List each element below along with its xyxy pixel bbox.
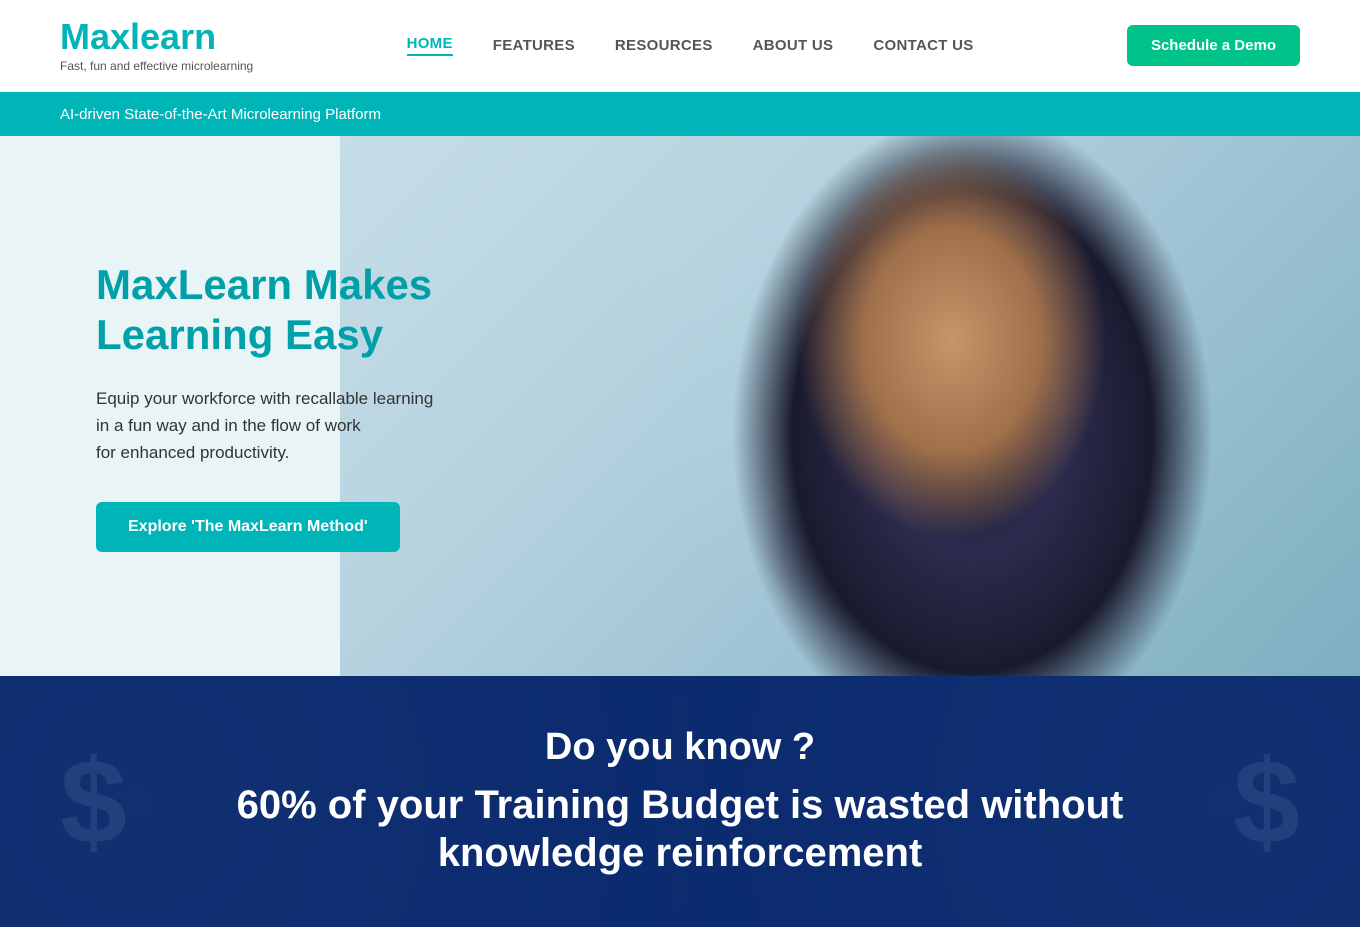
hero-title: MaxLearn Makes Learning Easy bbox=[96, 260, 580, 361]
stats-stat: 60% of your Training Budget is wasted wi… bbox=[60, 781, 1300, 877]
nav-features[interactable]: FEATURES bbox=[493, 37, 575, 54]
nav-resources[interactable]: RESOURCES bbox=[615, 37, 713, 54]
banner-bar: AI-driven State-of-the-Art Microlearning… bbox=[0, 92, 1360, 136]
logo[interactable]: Maxlearn Fast, fun and effective microle… bbox=[60, 19, 253, 73]
hero-description: Equip your workforce with recallable lea… bbox=[96, 385, 580, 467]
stats-section: Do you know ? 60% of your Training Budge… bbox=[0, 676, 1360, 927]
stats-question: Do you know ? bbox=[60, 726, 1300, 769]
logo-learn: learn bbox=[130, 16, 216, 57]
banner-text: AI-driven State-of-the-Art Microlearning… bbox=[60, 106, 381, 123]
hero-section: MaxLearn Makes Learning Easy Equip your … bbox=[0, 136, 1360, 676]
hero-desc-line3: for enhanced productivity. bbox=[96, 443, 289, 462]
logo-tagline: Fast, fun and effective microlearning bbox=[60, 59, 253, 73]
nav-home[interactable]: HOME bbox=[407, 35, 453, 56]
stats-line2: knowledge reinforcement bbox=[60, 829, 1300, 877]
nav-about[interactable]: ABOUT US bbox=[753, 37, 834, 54]
main-header: Maxlearn Fast, fun and effective microle… bbox=[0, 0, 1360, 92]
logo-max: Max bbox=[60, 16, 130, 57]
stats-line1: 60% of your Training Budget is wasted wi… bbox=[60, 781, 1300, 829]
explore-method-button[interactable]: Explore 'The MaxLearn Method' bbox=[96, 502, 400, 552]
schedule-demo-button[interactable]: Schedule a Demo bbox=[1127, 25, 1300, 66]
logo-text: Maxlearn bbox=[60, 19, 253, 55]
nav-contact[interactable]: CONTACT US bbox=[873, 37, 973, 54]
main-nav: HOME FEATURES RESOURCES ABOUT US CONTACT… bbox=[407, 35, 974, 56]
hero-desc-line2: in a fun way and in the flow of work bbox=[96, 416, 361, 435]
hero-desc-line1: Equip your workforce with recallable lea… bbox=[96, 389, 433, 408]
hero-content: MaxLearn Makes Learning Easy Equip your … bbox=[0, 260, 580, 552]
